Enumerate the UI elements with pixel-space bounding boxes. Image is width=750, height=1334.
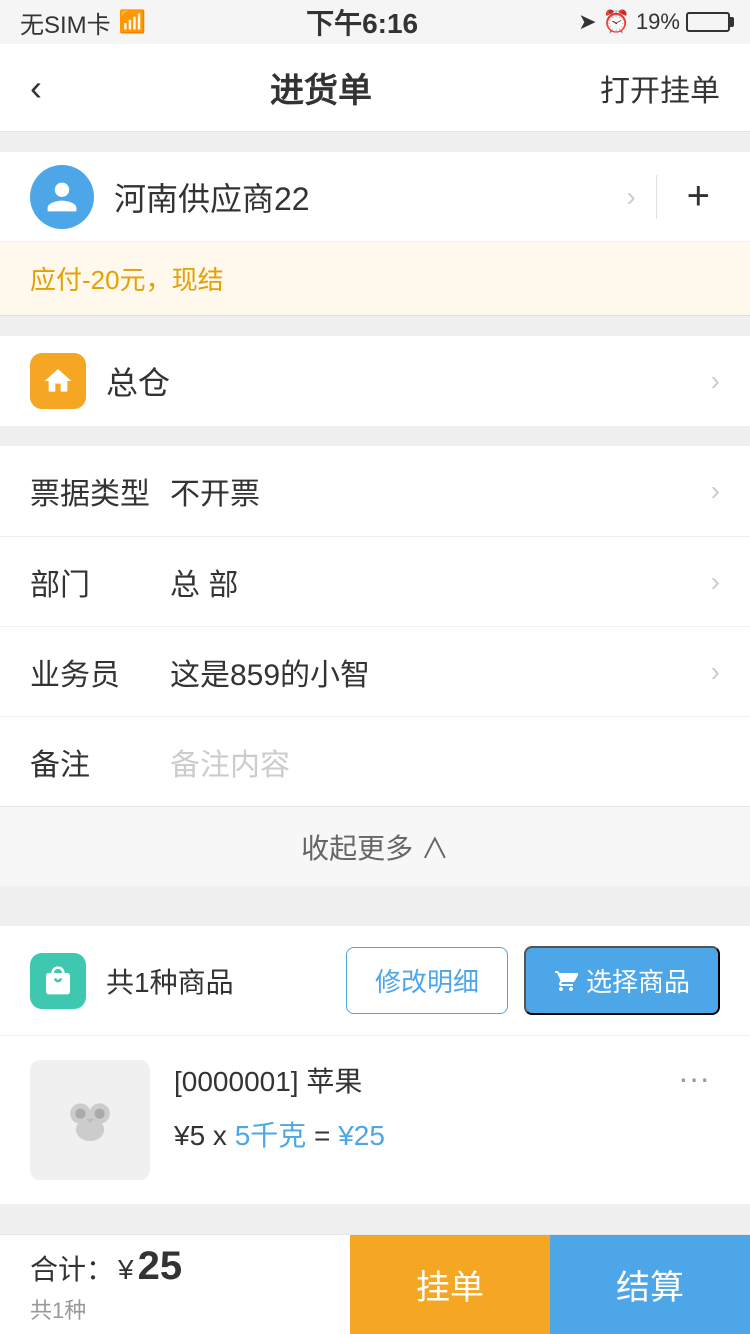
- battery-icon: [686, 12, 730, 32]
- supplier-separator: [656, 175, 657, 219]
- section-gap-2: [0, 316, 750, 336]
- section-gap-3: [0, 426, 750, 446]
- remark-placeholder: 备注内容: [170, 740, 720, 784]
- edit-detail-button[interactable]: 修改明细: [346, 947, 508, 1014]
- status-bar: 无SIM卡 📶 下午6:16 ➤ ⏰ 19%: [0, 0, 750, 44]
- salesperson-value: 这是859的小智: [170, 650, 711, 694]
- status-right: ➤ ⏰ 19%: [578, 9, 730, 35]
- supplier-avatar: [30, 165, 94, 229]
- notice-text: 应付-20元，现结: [30, 265, 224, 295]
- total-symbol: ¥: [118, 1254, 134, 1286]
- alarm-icon: ⏰: [603, 9, 630, 35]
- department-value: 总 部: [170, 560, 711, 604]
- department-row[interactable]: 部门 总 部 ›: [0, 536, 750, 626]
- product-title: 苹果: [306, 1066, 362, 1097]
- invoice-label: 票据类型: [30, 469, 170, 513]
- status-time: 下午6:16: [306, 2, 418, 42]
- department-chevron: ›: [711, 566, 720, 598]
- bag-icon: [42, 965, 74, 997]
- open-hang-button[interactable]: 打开挂单: [600, 66, 720, 110]
- equals: =: [306, 1120, 338, 1151]
- supplier-name: 河南供应商22: [114, 174, 626, 220]
- warehouse-chevron: ›: [711, 365, 720, 397]
- location-icon: ➤: [578, 9, 596, 35]
- supplier-chevron: ›: [626, 181, 635, 213]
- product-count-icon: [30, 953, 86, 1009]
- footer-total-row: 合计： ¥ 25: [30, 1244, 320, 1289]
- supplier-card: 河南供应商22 › + 应付-20元，现结: [0, 152, 750, 316]
- select-product-button[interactable]: 选择商品: [524, 946, 720, 1015]
- status-carrier: 无SIM卡 📶: [20, 5, 146, 40]
- collapse-toggle[interactable]: 收起更多 ∧: [0, 806, 750, 886]
- product-thumbnail: [30, 1060, 150, 1180]
- product-name: [0000001] 苹果: [174, 1060, 668, 1100]
- product-price: ¥5 x 5千克 = ¥25: [174, 1114, 668, 1154]
- invoice-value: 不开票: [170, 469, 711, 513]
- product-info: [0000001] 苹果 ¥5 x 5千克 = ¥25: [174, 1060, 668, 1154]
- product-more-button[interactable]: ···: [668, 1060, 720, 1097]
- invoice-row[interactable]: 票据类型 不开票 ›: [0, 446, 750, 536]
- product-count-text: 共1种商品: [106, 961, 346, 1001]
- notice-bar: 应付-20元，现结: [0, 242, 750, 316]
- total-price: ¥25: [338, 1120, 385, 1151]
- footer-count: 共1种: [30, 1293, 320, 1325]
- owl-logo: [58, 1088, 122, 1152]
- product-item: [0000001] 苹果 ¥5 x 5千克 = ¥25 ···: [0, 1036, 750, 1205]
- hang-button[interactable]: 挂单: [350, 1235, 550, 1334]
- unit-price: ¥5 x: [174, 1120, 235, 1151]
- section-gap-1: [0, 132, 750, 152]
- page-title: 进货单: [270, 63, 372, 112]
- remark-label: 备注: [30, 740, 170, 784]
- checkout-button[interactable]: 结算: [550, 1235, 750, 1334]
- product-section: 共1种商品 修改明细 选择商品 [0000001] 苹果: [0, 926, 750, 1205]
- warehouse-card: 总仓 ›: [0, 336, 750, 426]
- battery-percent: 19%: [636, 9, 680, 35]
- supplier-row[interactable]: 河南供应商22 › +: [0, 152, 750, 242]
- remark-row[interactable]: 备注 备注内容: [0, 716, 750, 806]
- nav-bar: ‹ 进货单 打开挂单: [0, 44, 750, 132]
- user-icon: [44, 179, 80, 215]
- warehouse-icon: [30, 353, 86, 409]
- collapse-label: 收起更多 ∧: [301, 827, 449, 867]
- carrier-text: 无SIM卡: [20, 5, 111, 40]
- salesperson-chevron: ›: [711, 656, 720, 688]
- home-icon: [42, 365, 74, 397]
- invoice-chevron: ›: [711, 475, 720, 507]
- section-gap-4: [0, 886, 750, 906]
- warehouse-row[interactable]: 总仓 ›: [0, 336, 750, 426]
- footer: 合计： ¥ 25 共1种 挂单 结算: [0, 1234, 750, 1334]
- salesperson-label: 业务员: [30, 650, 170, 694]
- product-toolbar: 共1种商品 修改明细 选择商品: [0, 926, 750, 1036]
- form-card: 票据类型 不开票 › 部门 总 部 › 业务员 这是859的小智 › 备注 备注…: [0, 446, 750, 806]
- warehouse-name: 总仓: [106, 358, 711, 404]
- product-code: [0000001]: [174, 1066, 306, 1097]
- total-label: 合计：: [30, 1248, 114, 1288]
- add-supplier-button[interactable]: +: [677, 174, 720, 219]
- wifi-icon: 📶: [119, 9, 146, 35]
- cart-icon: [554, 969, 578, 993]
- total-amount: 25: [138, 1244, 183, 1289]
- footer-total: 合计： ¥ 25 共1种: [0, 1235, 350, 1334]
- department-label: 部门: [30, 560, 170, 604]
- quantity: 5千克: [235, 1120, 307, 1151]
- salesperson-row[interactable]: 业务员 这是859的小智 ›: [0, 626, 750, 716]
- select-product-label: 选择商品: [586, 962, 690, 999]
- back-button[interactable]: ‹: [30, 67, 42, 109]
